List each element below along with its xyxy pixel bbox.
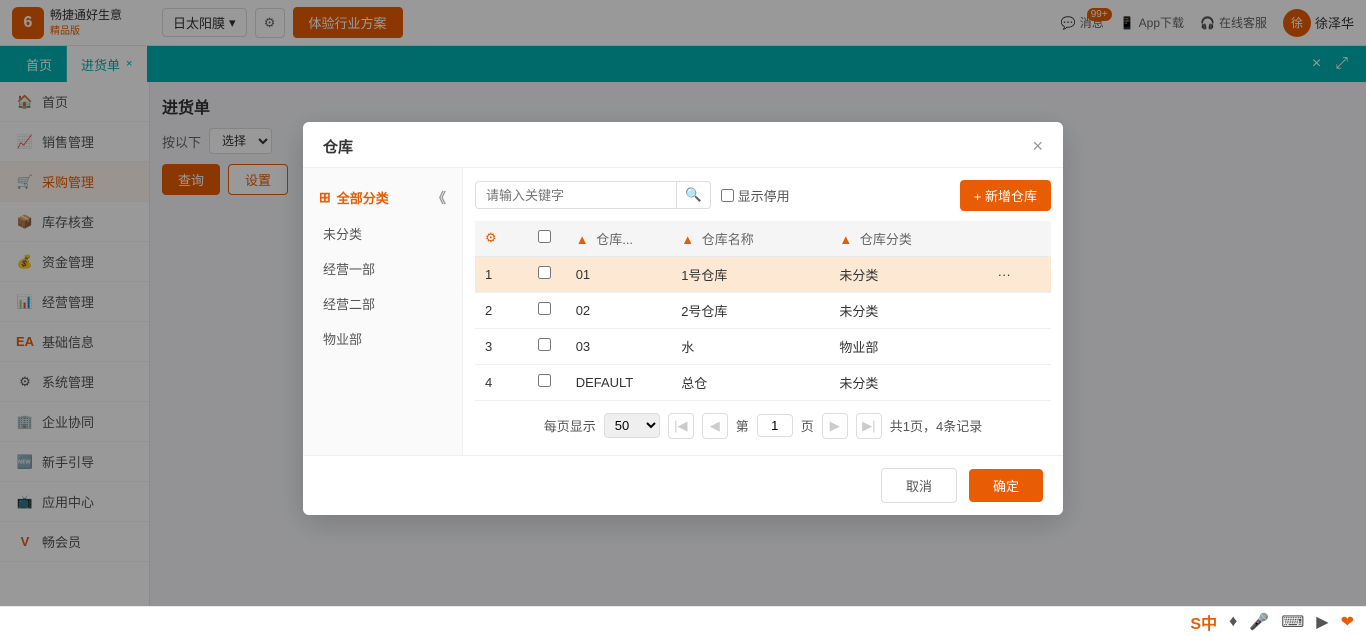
all-categories-btn[interactable]: ⊞ 全部分类 《 [303,180,462,216]
select-all-checkbox[interactable] [538,230,551,243]
row-name: 总仓 [671,364,829,400]
row-code: 03 [566,328,671,364]
modal-body: ⊞ 全部分类 《 未分类 经营一部 经营二部 物业部 [303,168,1063,455]
row-action[interactable] [988,292,1051,328]
bottom-icon-keyboard[interactable]: ⌨ [1281,612,1304,632]
th-name[interactable]: ▲ 仓库名称 [671,221,829,257]
list-toolbar: 🔍 显示停用 + 新增仓库 [475,180,1051,211]
row-check[interactable] [528,292,566,328]
th-code[interactable]: ▲ 仓库... [566,221,671,257]
bottom-icon-play[interactable]: ▶ [1316,612,1328,632]
th-category[interactable]: ▲ 仓库分类 [829,221,987,257]
cat-item-2[interactable]: 经营二部 [303,286,462,321]
search-wrap: 🔍 [475,181,711,209]
search-btn[interactable]: 🔍 [676,182,710,208]
row-num: 1 [475,256,528,292]
search-input[interactable] [476,183,676,208]
row-check[interactable] [528,364,566,400]
cat-item-3[interactable]: 物业部 [303,321,462,356]
row-num: 3 [475,328,528,364]
row-category: 未分类 [829,292,987,328]
category-panel: ⊞ 全部分类 《 未分类 经营一部 经营二部 物业部 [303,168,463,455]
bottom-icon-heart[interactable]: ❤ [1341,612,1354,632]
modal-header: 仓库 × [303,122,1063,168]
cat-item-0[interactable]: 未分类 [303,216,462,251]
row-code: 01 [566,256,671,292]
page-input[interactable] [757,414,793,437]
cancel-btn[interactable]: 取消 [881,468,957,503]
category-grid-icon: ⊞ [319,189,331,206]
bottom-icon-mic[interactable]: 🎤 [1249,612,1269,632]
modal-footer: 取消 确定 [303,455,1063,515]
row-num: 4 [475,364,528,400]
warehouse-modal: 仓库 × ⊞ 全部分类 《 未分类 经营一部 经营二部 [303,122,1063,515]
row-action[interactable] [988,328,1051,364]
row-check[interactable] [528,256,566,292]
row-action[interactable]: ··· [988,256,1051,292]
table-row[interactable]: 2 02 2号仓库 未分类 [475,292,1051,328]
row-category: 物业部 [829,328,987,364]
row-name: 1号仓库 [671,256,829,292]
list-panel: 🔍 显示停用 + 新增仓库 ⚙ ▲ [463,168,1063,455]
row-num: 2 [475,292,528,328]
show-disabled-checkbox[interactable] [721,189,734,202]
row-category: 未分类 [829,256,987,292]
modal-title: 仓库 [323,136,353,157]
warehouse-table: ⚙ ▲ 仓库... ▲ 仓库名称 ▲ [475,221,1051,401]
pagination: 每页显示 50 100 |◀ ◀ 第 页 ▶ ▶| 共1页，4条记录 [475,401,1051,443]
th-checkbox[interactable] [528,221,566,257]
row-name: 水 [671,328,829,364]
show-disabled-label: 显示停用 [721,186,790,205]
row-check[interactable] [528,328,566,364]
next-page-btn[interactable]: ▶ [822,413,848,439]
bottom-icon-s[interactable]: S中 [1190,610,1217,634]
table-row[interactable]: 4 DEFAULT 总仓 未分类 [475,364,1051,400]
collapse-panel-btn[interactable]: 《 [432,188,446,208]
table-row[interactable]: 1 01 1号仓库 未分类 ··· [475,256,1051,292]
confirm-btn[interactable]: 确定 [969,469,1043,502]
modal-overlay: 仓库 × ⊞ 全部分类 《 未分类 经营一部 经营二部 [0,0,1366,636]
first-page-btn[interactable]: |◀ [668,413,694,439]
bottom-icon-diamond[interactable]: ♦ [1229,613,1237,631]
per-page-select[interactable]: 50 100 [604,413,660,438]
th-settings[interactable]: ⚙ [475,221,528,257]
th-action [988,221,1051,257]
prev-page-btn[interactable]: ◀ [702,413,728,439]
modal-close-btn[interactable]: × [1032,136,1043,157]
row-name: 2号仓库 [671,292,829,328]
table-row[interactable]: 3 03 水 物业部 [475,328,1051,364]
add-warehouse-btn[interactable]: + 新增仓库 [960,180,1051,211]
bottom-bar: S中 ♦ 🎤 ⌨ ▶ ❤ [0,606,1366,636]
row-action[interactable] [988,364,1051,400]
row-code: 02 [566,292,671,328]
cat-item-1[interactable]: 经营一部 [303,251,462,286]
row-code: DEFAULT [566,364,671,400]
last-page-btn[interactable]: ▶| [856,413,882,439]
row-category: 未分类 [829,364,987,400]
